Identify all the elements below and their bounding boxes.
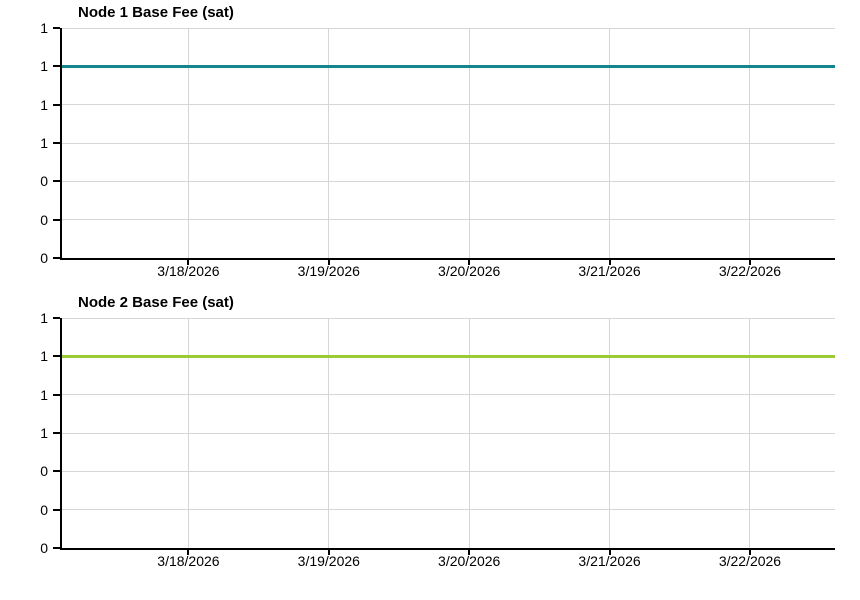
x-tick-label: 3/18/2026: [143, 263, 233, 279]
y-gridline: [62, 509, 835, 510]
series-line: [62, 355, 835, 358]
y-axis-tick: [53, 180, 60, 182]
y-axis-tick: [53, 219, 60, 221]
chart-node1-base-fee: Node 1 Base Fee (sat) 1 1 1 1 0 0 0 3/18/2026 3/…: [0, 0, 860, 290]
x-tick-label: 3/21/2026: [565, 553, 655, 569]
x-gridline: [469, 28, 470, 258]
y-axis-tick: [53, 317, 60, 319]
y-gridline: [62, 394, 835, 395]
x-gridline: [749, 28, 750, 258]
y-axis-tick: [53, 547, 60, 549]
y-tick-label: 1: [0, 135, 48, 151]
y-gridline: [62, 433, 835, 434]
x-tick-label: 3/19/2026: [284, 553, 374, 569]
series-line: [62, 65, 835, 68]
y-axis-tick: [53, 27, 60, 29]
y-axis-tick: [53, 432, 60, 434]
y-gridline: [62, 143, 835, 144]
y-tick-label: 1: [0, 97, 48, 113]
x-tick-label: 3/20/2026: [424, 263, 514, 279]
x-gridline: [609, 28, 610, 258]
x-gridline: [328, 318, 329, 548]
x-gridline: [469, 318, 470, 548]
y-axis-tick: [53, 355, 60, 357]
y-axis-tick: [53, 142, 60, 144]
y-axis-tick: [53, 509, 60, 511]
y-tick-label: 0: [0, 463, 48, 479]
y-axis-tick: [53, 104, 60, 106]
x-gridline: [188, 28, 189, 258]
y-tick-label: 0: [0, 212, 48, 228]
x-tick-label: 3/21/2026: [565, 263, 655, 279]
y-gridline: [62, 104, 835, 105]
y-tick-label: 1: [0, 387, 48, 403]
plot-area-node2: [60, 318, 835, 550]
x-gridline: [188, 318, 189, 548]
y-gridline: [62, 181, 835, 182]
x-tick-label: 3/19/2026: [284, 263, 374, 279]
chart-node2-base-fee: Node 2 Base Fee (sat) 1 1 1 1 0 0 0 3/18/2026 3/…: [0, 290, 860, 580]
y-axis-tick: [53, 257, 60, 259]
y-axis-tick: [53, 394, 60, 396]
x-tick-label: 3/22/2026: [705, 553, 795, 569]
y-tick-label: 0: [0, 540, 48, 556]
y-gridline: [62, 219, 835, 220]
y-tick-label: 1: [0, 58, 48, 74]
y-tick-label: 1: [0, 348, 48, 364]
y-axis-tick: [53, 470, 60, 472]
y-tick-label: 1: [0, 20, 48, 36]
y-tick-label: 1: [0, 310, 48, 326]
x-gridline: [749, 318, 750, 548]
x-tick-label: 3/18/2026: [143, 553, 233, 569]
y-gridline: [62, 28, 835, 29]
x-gridline: [609, 318, 610, 548]
chart-report-page: Node 1 Base Fee (sat) 1 1 1 1 0 0 0 3/18/2026 3/…: [0, 0, 860, 600]
y-axis-tick: [53, 65, 60, 67]
x-tick-label: 3/20/2026: [424, 553, 514, 569]
y-gridline: [62, 318, 835, 319]
y-gridline: [62, 471, 835, 472]
plot-area-node1: [60, 28, 835, 260]
y-tick-label: 0: [0, 173, 48, 189]
y-tick-label: 1: [0, 425, 48, 441]
chart-title-node2: Node 2 Base Fee (sat): [78, 294, 234, 312]
x-tick-label: 3/22/2026: [705, 263, 795, 279]
x-gridline: [328, 28, 329, 258]
y-tick-label: 0: [0, 250, 48, 266]
chart-title-node1: Node 1 Base Fee (sat): [78, 4, 234, 22]
y-tick-label: 0: [0, 502, 48, 518]
